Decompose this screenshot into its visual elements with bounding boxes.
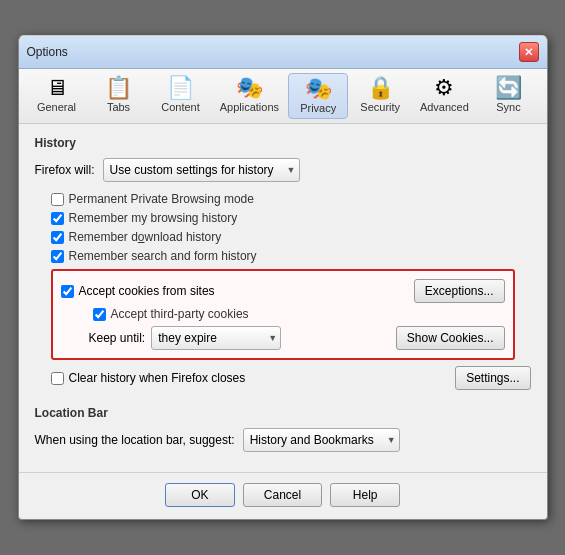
window-title: Options [27, 45, 68, 59]
remember-browsing-checkbox[interactable] [51, 212, 64, 225]
remember-search-label: Remember search and form history [69, 249, 257, 263]
remember-download-row: Remember download history [51, 230, 531, 244]
remember-browsing-label: Remember my browsing history [69, 211, 238, 225]
remember-download-label: Remember download history [69, 230, 222, 244]
keep-until-select[interactable]: they expire I close Firefox ask me every… [151, 326, 281, 350]
permanent-private-label: Permanent Private Browsing mode [69, 192, 254, 206]
toolbar: 🖥 General 📋 Tabs 📄 Content 🎭 Application… [19, 69, 547, 124]
location-bar-section: Location Bar When using the location bar… [35, 406, 531, 452]
applications-icon: 🎭 [236, 77, 263, 99]
clear-history-row: Clear history when Firefox closes Settin… [51, 366, 531, 390]
keep-until-dropdown-wrapper: they expire I close Firefox ask me every… [151, 326, 281, 350]
exceptions-button[interactable]: Exceptions... [414, 279, 505, 303]
title-bar: Options ✕ [19, 36, 547, 69]
accept-third-party-label: Accept third-party cookies [111, 307, 249, 321]
tab-content-label: Content [161, 101, 200, 113]
firefox-will-row: Firefox will: Use custom settings for hi… [35, 158, 531, 182]
tab-general[interactable]: 🖥 General [27, 73, 87, 119]
tab-applications-label: Applications [220, 101, 279, 113]
firefox-will-dropdown-wrapper: Use custom settings for history Remember… [103, 158, 300, 182]
tab-tabs[interactable]: 📋 Tabs [89, 73, 149, 119]
remember-download-checkbox[interactable] [51, 231, 64, 244]
tab-security-label: Security [360, 101, 400, 113]
history-section: History Firefox will: Use custom setting… [35, 136, 531, 390]
tab-sync-label: Sync [496, 101, 520, 113]
help-button[interactable]: Help [330, 483, 400, 507]
tab-content[interactable]: 📄 Content [151, 73, 211, 119]
tab-general-label: General [37, 101, 76, 113]
tabs-icon: 📋 [105, 77, 132, 99]
accept-cookies-row: Accept cookies from sites Exceptions... [61, 279, 505, 303]
tab-security[interactable]: 🔒 Security [350, 73, 410, 119]
main-content: History Firefox will: Use custom setting… [19, 124, 547, 464]
privacy-icon: 🎭 [305, 78, 332, 100]
cookies-box: Accept cookies from sites Exceptions... … [51, 269, 515, 360]
tab-privacy[interactable]: 🎭 Privacy [288, 73, 348, 119]
tab-privacy-label: Privacy [300, 102, 336, 114]
close-button[interactable]: ✕ [519, 42, 539, 62]
tab-advanced[interactable]: ⚙ Advanced [412, 73, 476, 119]
tab-sync[interactable]: 🔄 Sync [479, 73, 539, 119]
suggest-select[interactable]: History and Bookmarks History Bookmarks … [243, 428, 400, 452]
suggest-label: When using the location bar, suggest: [35, 433, 235, 447]
keep-until-row: Keep until: they expire I close Firefox … [61, 326, 505, 350]
options-window: Options ✕ 🖥 General 📋 Tabs 📄 Content 🎭 A… [18, 35, 548, 520]
permanent-private-checkbox[interactable] [51, 193, 64, 206]
general-icon: 🖥 [46, 77, 68, 99]
keep-until-left: Keep until: they expire I close Firefox … [61, 326, 282, 350]
security-icon: 🔒 [367, 77, 394, 99]
remember-search-checkbox[interactable] [51, 250, 64, 263]
location-bar-section-label: Location Bar [35, 406, 531, 420]
bottom-buttons: OK Cancel Help [19, 472, 547, 519]
cancel-button[interactable]: Cancel [243, 483, 322, 507]
tab-applications[interactable]: 🎭 Applications [213, 73, 287, 119]
show-cookies-button[interactable]: Show Cookies... [396, 326, 505, 350]
sync-icon: 🔄 [495, 77, 522, 99]
permanent-private-row: Permanent Private Browsing mode [51, 192, 531, 206]
advanced-icon: ⚙ [434, 77, 454, 99]
ok-button[interactable]: OK [165, 483, 235, 507]
keep-until-label: Keep until: [89, 331, 146, 345]
content-icon: 📄 [167, 77, 194, 99]
clear-history-left: Clear history when Firefox closes [51, 371, 246, 385]
accept-cookies-left: Accept cookies from sites [61, 284, 215, 298]
accept-third-party-checkbox[interactable] [93, 308, 106, 321]
clear-history-checkbox[interactable] [51, 372, 64, 385]
firefox-will-select[interactable]: Use custom settings for history Remember… [103, 158, 300, 182]
accept-cookies-label: Accept cookies from sites [79, 284, 215, 298]
remember-search-row: Remember search and form history [51, 249, 531, 263]
suggest-row: When using the location bar, suggest: Hi… [35, 428, 531, 452]
accept-third-party-row: Accept third-party cookies [93, 307, 505, 321]
firefox-will-label: Firefox will: [35, 163, 95, 177]
tab-advanced-label: Advanced [420, 101, 469, 113]
accept-cookies-checkbox[interactable] [61, 285, 74, 298]
remember-browsing-row: Remember my browsing history [51, 211, 531, 225]
clear-history-label: Clear history when Firefox closes [69, 371, 246, 385]
history-section-label: History [35, 136, 531, 150]
settings-button[interactable]: Settings... [455, 366, 530, 390]
suggest-dropdown-wrapper: History and Bookmarks History Bookmarks … [243, 428, 400, 452]
tab-tabs-label: Tabs [107, 101, 130, 113]
